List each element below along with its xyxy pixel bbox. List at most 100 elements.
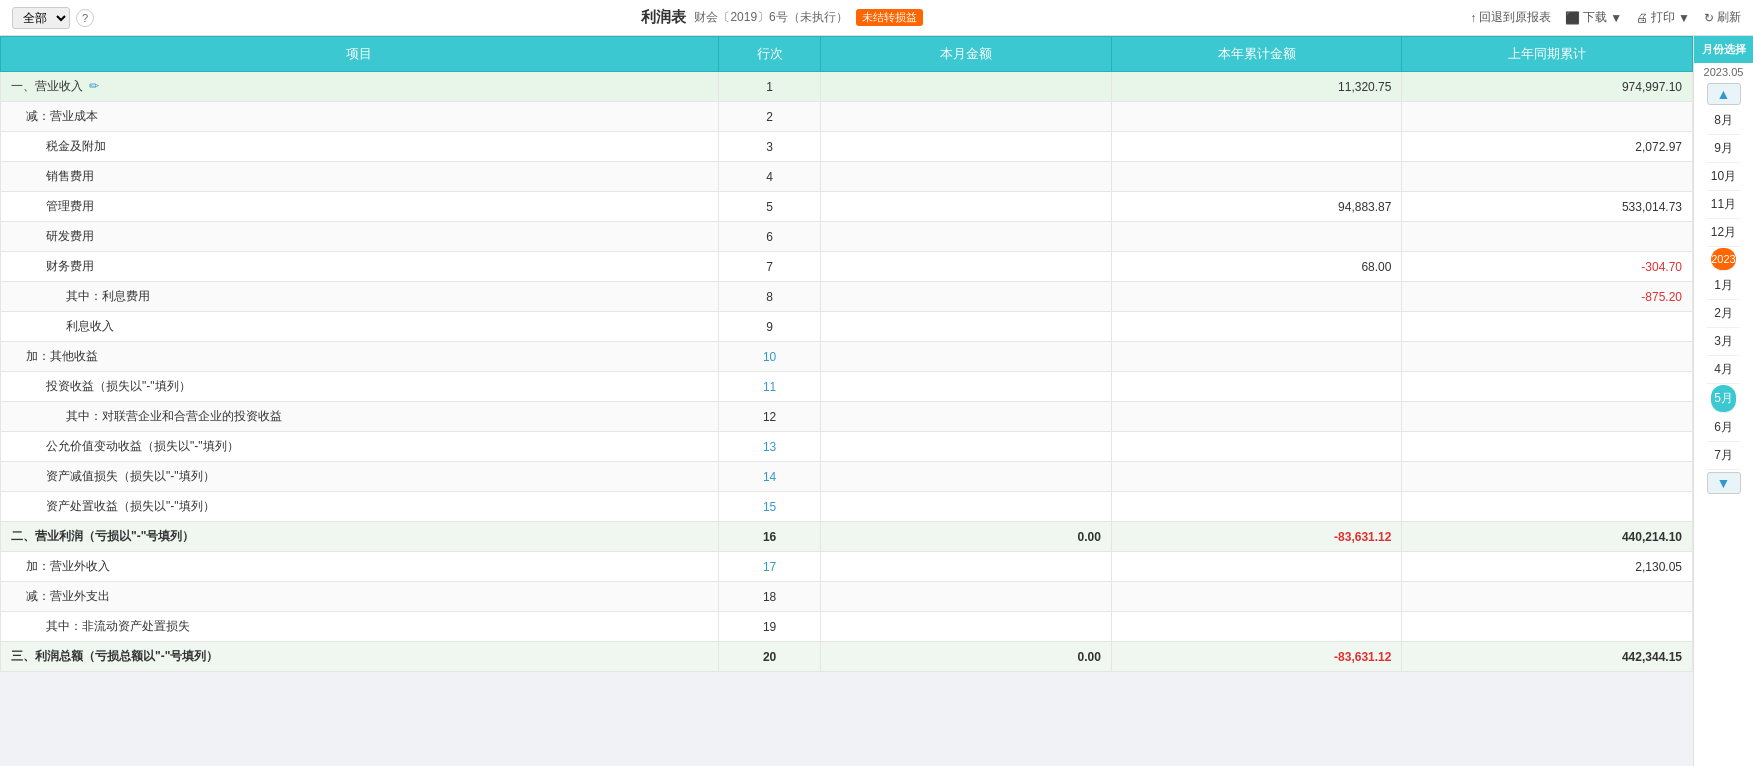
- row-prev-amount: [1402, 222, 1693, 252]
- month-item[interactable]: 6月: [1707, 414, 1739, 442]
- month-down-button[interactable]: ▼: [1707, 472, 1741, 494]
- row-prev-amount: 974,997.10: [1402, 72, 1693, 102]
- month-item[interactable]: 2023: [1711, 248, 1735, 271]
- row-item-name: 税金及附加: [1, 132, 719, 162]
- table-row: 投资收益（损失以"-"填列）11: [1, 372, 1693, 402]
- download-button[interactable]: ⬛ 下载 ▼: [1565, 9, 1622, 26]
- table-row: 其中：对联营企业和合营企业的投资收益12: [1, 402, 1693, 432]
- scope-dropdown[interactable]: 全部: [12, 7, 70, 29]
- table-row: 研发费用6: [1, 222, 1693, 252]
- report-title: 利润表: [641, 8, 686, 27]
- row-prev-amount: [1402, 162, 1693, 192]
- month-item[interactable]: 11月: [1707, 191, 1739, 219]
- row-prev-amount: [1402, 402, 1693, 432]
- month-item[interactable]: 4月: [1707, 356, 1739, 384]
- row-number: 7: [718, 252, 821, 282]
- row-item-name: 投资收益（损失以"-"填列）: [1, 372, 719, 402]
- row-month-amount: [821, 462, 1112, 492]
- print-button[interactable]: 🖨 打印 ▼: [1636, 9, 1690, 26]
- row-month-amount: [821, 552, 1112, 582]
- row-prev-amount: [1402, 342, 1693, 372]
- row-ytd-amount: [1111, 432, 1402, 462]
- row-prev-amount: -304.70: [1402, 252, 1693, 282]
- row-prev-amount: -875.20: [1402, 282, 1693, 312]
- row-item-name: 三、利润总额（亏损总额以"-"号填列）: [1, 642, 719, 672]
- row-month-amount: [821, 192, 1112, 222]
- row-prev-amount: [1402, 462, 1693, 492]
- row-ytd-amount: -83,631.12: [1111, 642, 1402, 672]
- table-row: 销售费用4: [1, 162, 1693, 192]
- row-number: 17: [718, 552, 821, 582]
- row-month-amount: [821, 342, 1112, 372]
- row-month-amount: [821, 492, 1112, 522]
- row-month-amount: [821, 162, 1112, 192]
- row-number: 12: [718, 402, 821, 432]
- row-month-amount: [821, 312, 1112, 342]
- back-button[interactable]: ↑ 回退到原报表: [1470, 9, 1551, 26]
- top-bar-left: 全部 ?: [12, 7, 94, 29]
- row-ytd-amount: [1111, 282, 1402, 312]
- row-number: 6: [718, 222, 821, 252]
- row-prev-amount: [1402, 372, 1693, 402]
- row-number: 8: [718, 282, 821, 312]
- row-ytd-amount: [1111, 102, 1402, 132]
- row-ytd-amount: [1111, 372, 1402, 402]
- row-number: 3: [718, 132, 821, 162]
- month-item[interactable]: 8月: [1707, 107, 1739, 135]
- row-item-name: 其中：利息费用: [1, 282, 719, 312]
- row-ytd-amount: -83,631.12: [1111, 522, 1402, 552]
- row-number: 1: [718, 72, 821, 102]
- col-header-item: 项目: [1, 37, 719, 72]
- month-item[interactable]: 9月: [1707, 135, 1739, 163]
- row-ytd-amount: [1111, 552, 1402, 582]
- month-item[interactable]: 10月: [1707, 163, 1739, 191]
- month-item[interactable]: 7月: [1707, 442, 1739, 470]
- row-number: 9: [718, 312, 821, 342]
- table-row: 一、营业收入✏111,320.75974,997.10: [1, 72, 1693, 102]
- row-number: 14: [718, 462, 821, 492]
- row-prev-amount: [1402, 432, 1693, 462]
- row-month-amount: [821, 222, 1112, 252]
- row-number: 19: [718, 612, 821, 642]
- col-header-row: 行次: [718, 37, 821, 72]
- row-number: 16: [718, 522, 821, 552]
- row-ytd-amount: 68.00: [1111, 252, 1402, 282]
- month-item[interactable]: 3月: [1707, 328, 1739, 356]
- row-ytd-amount: [1111, 162, 1402, 192]
- row-ytd-amount: [1111, 402, 1402, 432]
- row-prev-amount: [1402, 102, 1693, 132]
- row-prev-amount: [1402, 612, 1693, 642]
- top-bar-right: ↑ 回退到原报表 ⬛ 下载 ▼ 🖨 打印 ▼ ↻ 刷新: [1470, 9, 1741, 26]
- table-row: 公允价值变动收益（损失以"-"填列）13: [1, 432, 1693, 462]
- row-ytd-amount: [1111, 222, 1402, 252]
- table-row: 其中：非流动资产处置损失19: [1, 612, 1693, 642]
- row-month-amount: [821, 102, 1112, 132]
- month-up-button[interactable]: ▲: [1707, 83, 1741, 105]
- table-row: 财务费用768.00-304.70: [1, 252, 1693, 282]
- row-item-name: 利息收入: [1, 312, 719, 342]
- table-row: 资产减值损失（损失以"-"填列）14: [1, 462, 1693, 492]
- row-item-name: 资产减值损失（损失以"-"填列）: [1, 462, 719, 492]
- row-number: 4: [718, 162, 821, 192]
- row-month-amount: 0.00: [821, 642, 1112, 672]
- refresh-button[interactable]: ↻ 刷新: [1704, 9, 1741, 26]
- sidebar-header: 月份选择: [1694, 36, 1753, 63]
- month-item[interactable]: 2月: [1707, 300, 1739, 328]
- table-row: 三、利润总额（亏损总额以"-"号填列）200.00-83,631.12442,3…: [1, 642, 1693, 672]
- month-item[interactable]: 1月: [1707, 272, 1739, 300]
- row-ytd-amount: [1111, 132, 1402, 162]
- row-item-name: 其中：对联营企业和合营企业的投资收益: [1, 402, 719, 432]
- row-item-name: 一、营业收入✏: [1, 72, 719, 102]
- row-prev-amount: 440,214.10: [1402, 522, 1693, 552]
- row-prev-amount: [1402, 312, 1693, 342]
- table-area: 项目 行次 本月金额 本年累计金额 上年同期累计 一、营业收入✏111,320.…: [0, 36, 1693, 766]
- row-prev-amount: 2,072.97: [1402, 132, 1693, 162]
- row-prev-amount: 442,344.15: [1402, 642, 1693, 672]
- month-item[interactable]: 5月: [1711, 385, 1735, 413]
- row-prev-amount: [1402, 582, 1693, 612]
- month-item[interactable]: 12月: [1707, 219, 1739, 247]
- row-item-name: 公允价值变动收益（损失以"-"填列）: [1, 432, 719, 462]
- edit-icon[interactable]: ✏: [89, 79, 99, 93]
- help-icon[interactable]: ?: [76, 9, 94, 27]
- main-container: 项目 行次 本月金额 本年累计金额 上年同期累计 一、营业收入✏111,320.…: [0, 36, 1753, 766]
